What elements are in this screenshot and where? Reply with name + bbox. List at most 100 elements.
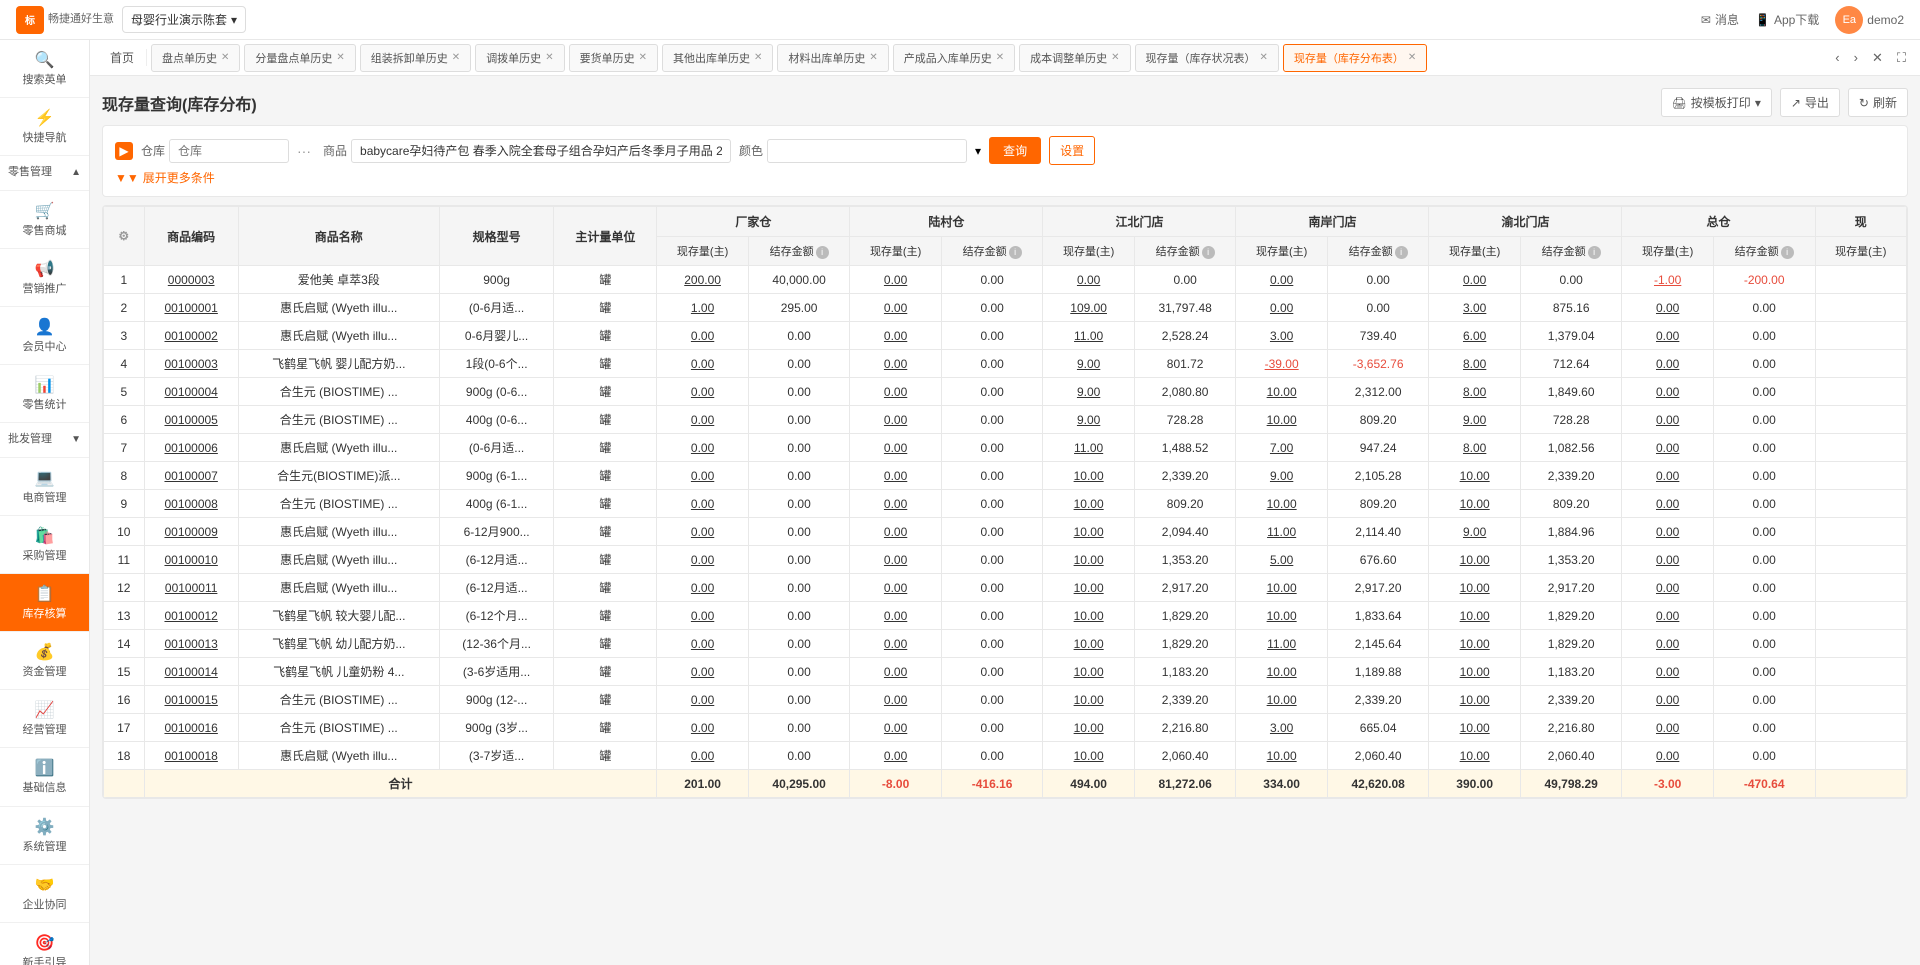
tab-cost-adjustment-history[interactable]: 成本调整单历史 ✕ (1019, 44, 1130, 72)
table-row: 1700100016合生元 (BIOSTIME) ...900g (3岁...罐… (104, 714, 1907, 742)
sidebar-item-finance[interactable]: 💰 资金管理 (0, 632, 89, 690)
cell-f-amt: 0.00 (748, 630, 850, 658)
sidebar-item-marketing[interactable]: 📢 营销推广 (0, 249, 89, 307)
sidebar-item-retail-mall[interactable]: 🛒 零售商城 (0, 191, 89, 249)
warehouse-dots-btn[interactable]: ··· (293, 143, 315, 159)
tab-transfer-history[interactable]: 调拨单历史 ✕ (475, 44, 564, 72)
tab-requisition-history[interactable]: 要货单历史 ✕ (569, 44, 658, 72)
cell-code: 00100018 (144, 742, 238, 770)
tab-stock-status[interactable]: 现存量（库存状况表） ✕ (1135, 44, 1279, 72)
sidebar-item-retail-mgmt[interactable]: 零售管理 ▲ (0, 156, 89, 190)
jb-amt-info[interactable]: i (1202, 246, 1215, 259)
warehouse-input[interactable] (169, 139, 289, 163)
cell-unit: 罐 (554, 630, 657, 658)
app-download-btn[interactable]: 📱 App下载 (1755, 11, 1819, 28)
cell-extra-qty (1815, 518, 1907, 546)
export-btn[interactable]: ↗ 导出 (1780, 88, 1840, 117)
th-yubei: 渝北门店 (1429, 207, 1622, 237)
sidebar-item-operations[interactable]: 📈 经营管理 (0, 690, 89, 748)
sidebar-item-basic-info[interactable]: ℹ️ 基础信息 (0, 748, 89, 806)
tab-close-icon[interactable]: ✕ (1408, 52, 1416, 63)
yb-amt-info[interactable]: i (1588, 246, 1601, 259)
tab-close-icon[interactable]: ✕ (545, 52, 553, 63)
sidebar-item-label: 基础信息 (23, 782, 67, 795)
cell-f-qty: 0.00 (657, 462, 748, 490)
cell-spec: 400g (6-1... (439, 490, 554, 518)
sidebar-item-purchasing[interactable]: 🛍️ 采购管理 (0, 516, 89, 574)
f-amt-info[interactable]: i (816, 246, 829, 259)
tab-close-all-btn[interactable]: ✕ (1866, 48, 1889, 68)
cell-spec: 400g (0-6... (439, 406, 554, 434)
cell-total-qty: 0.00 (1622, 434, 1713, 462)
color-input[interactable] (767, 139, 967, 163)
store-selector[interactable]: 母婴行业演示陈套 ▾ (122, 6, 246, 33)
settings-icon[interactable]: ⚙ (118, 229, 129, 243)
total-amt-info[interactable]: i (1781, 246, 1794, 259)
cell-total-amt: 0.00 (1713, 434, 1815, 462)
sidebar-item-members[interactable]: 👤 会员中心 (0, 307, 89, 365)
tab-stock-distribution[interactable]: 现存量（库存分布表） ✕ (1283, 44, 1427, 72)
na-amt-info[interactable]: i (1395, 246, 1408, 259)
tab-other-outbound-history[interactable]: 其他出库单历史 ✕ (662, 44, 773, 72)
cell-f-qty: 0.00 (657, 742, 748, 770)
cell-code: 00100016 (144, 714, 238, 742)
tab-expand-btn[interactable]: ⛶ (1891, 48, 1912, 68)
cell-name: 飞鹤星飞帆 儿童奶粉 4... (238, 658, 439, 686)
tab-close-icon[interactable]: ✕ (336, 52, 344, 63)
sidebar-item-retail-stats[interactable]: 📊 零售统计 (0, 365, 89, 423)
tab-home[interactable]: 首页 (98, 49, 147, 66)
refresh-btn[interactable]: ↻ 刷新 (1848, 88, 1908, 117)
tab-close-icon[interactable]: ✕ (1260, 52, 1268, 63)
message-btn[interactable]: ✉ 消息 (1701, 11, 1739, 28)
tab-finished-goods-history[interactable]: 产成品入库单历史 ✕ (893, 44, 1015, 72)
th-jiangbei: 江北门店 (1043, 207, 1236, 237)
cell-name: 合生元 (BIOSTIME) ... (238, 714, 439, 742)
sidebar-item-inventory[interactable]: 📋 库存核算 (0, 574, 89, 632)
tab-close-icon[interactable]: ✕ (869, 52, 877, 63)
tab-close-icon[interactable]: ✕ (1111, 52, 1119, 63)
cell-name: 惠氏启赋 (Wyeth illu... (238, 742, 439, 770)
cell-extra-qty (1815, 490, 1907, 518)
tab-close-icon[interactable]: ✕ (754, 52, 762, 63)
tab-close-icon[interactable]: ✕ (996, 52, 1004, 63)
tab-partial-count-history[interactable]: 分量盘点单历史 ✕ (244, 44, 355, 72)
l-amt-info[interactable]: i (1009, 246, 1022, 259)
product-input[interactable] (351, 139, 731, 163)
sidebar-item-search[interactable]: 🔍 搜索英单 (0, 40, 89, 98)
setting-btn[interactable]: 设置 (1049, 136, 1095, 165)
cell-extra-qty (1815, 462, 1907, 490)
filter-expand-row[interactable]: ▼▼ 展开更多条件 (115, 169, 1895, 186)
cell-na-qty: 9.00 (1236, 462, 1327, 490)
user-avatar-area[interactable]: Ea demo2 (1835, 6, 1904, 34)
cell-f-amt: 0.00 (748, 686, 850, 714)
sidebar-item-guide[interactable]: 🎯 新手引导 (0, 923, 89, 965)
sidebar-item-quicknav[interactable]: ⚡ 快捷导航 (0, 98, 89, 156)
tab-next-btn[interactable]: › (1848, 48, 1864, 67)
tab-prev-btn[interactable]: ‹ (1829, 48, 1845, 67)
filter-expand-arrow[interactable]: ▶ (115, 142, 133, 160)
tab-close-icon[interactable]: ✕ (452, 52, 460, 63)
sidebar-item-ecommerce[interactable]: 💻 电商管理 (0, 458, 89, 516)
page-actions: 🖨 按模板打印 ▾ ↗ 导出 ↻ 刷新 (1661, 88, 1908, 117)
cell-na-qty: 3.00 (1236, 322, 1327, 350)
cell-jb-qty: 10.00 (1043, 714, 1134, 742)
cell-extra-qty (1815, 714, 1907, 742)
sidebar-item-system[interactable]: ⚙️ 系统管理 (0, 807, 89, 865)
cell-spec: (12-36个月... (439, 630, 554, 658)
cell-code: 00100010 (144, 546, 238, 574)
tab-close-icon[interactable]: ✕ (639, 52, 647, 63)
print-btn[interactable]: 🖨 按模板打印 ▾ (1661, 88, 1772, 117)
tab-material-outbound-history[interactable]: 材料出库单历史 ✕ (777, 44, 888, 72)
cell-jb-qty: 10.00 (1043, 602, 1134, 630)
search-btn[interactable]: 查询 (989, 137, 1041, 164)
tab-close-icon[interactable]: ✕ (221, 52, 229, 63)
cell-extra-qty (1815, 378, 1907, 406)
cell-extra-qty (1815, 322, 1907, 350)
sidebar-item-enterprise[interactable]: 🤝 企业协同 (0, 865, 89, 923)
color-dropdown-arrow[interactable]: ▾ (975, 144, 981, 158)
tab-assembly-history[interactable]: 组装拆卸单历史 ✕ (360, 44, 471, 72)
top-bar: 标 畅捷通好生意 母婴行业演示陈套 ▾ ✉ 消息 📱 App下载 Ea demo… (0, 0, 1920, 40)
tab-stock-count-history[interactable]: 盘点单历史 ✕ (151, 44, 240, 72)
trend-icon: 📈 (35, 700, 55, 720)
sidebar-item-wholesale[interactable]: 批发管理 ▼ (0, 423, 89, 457)
